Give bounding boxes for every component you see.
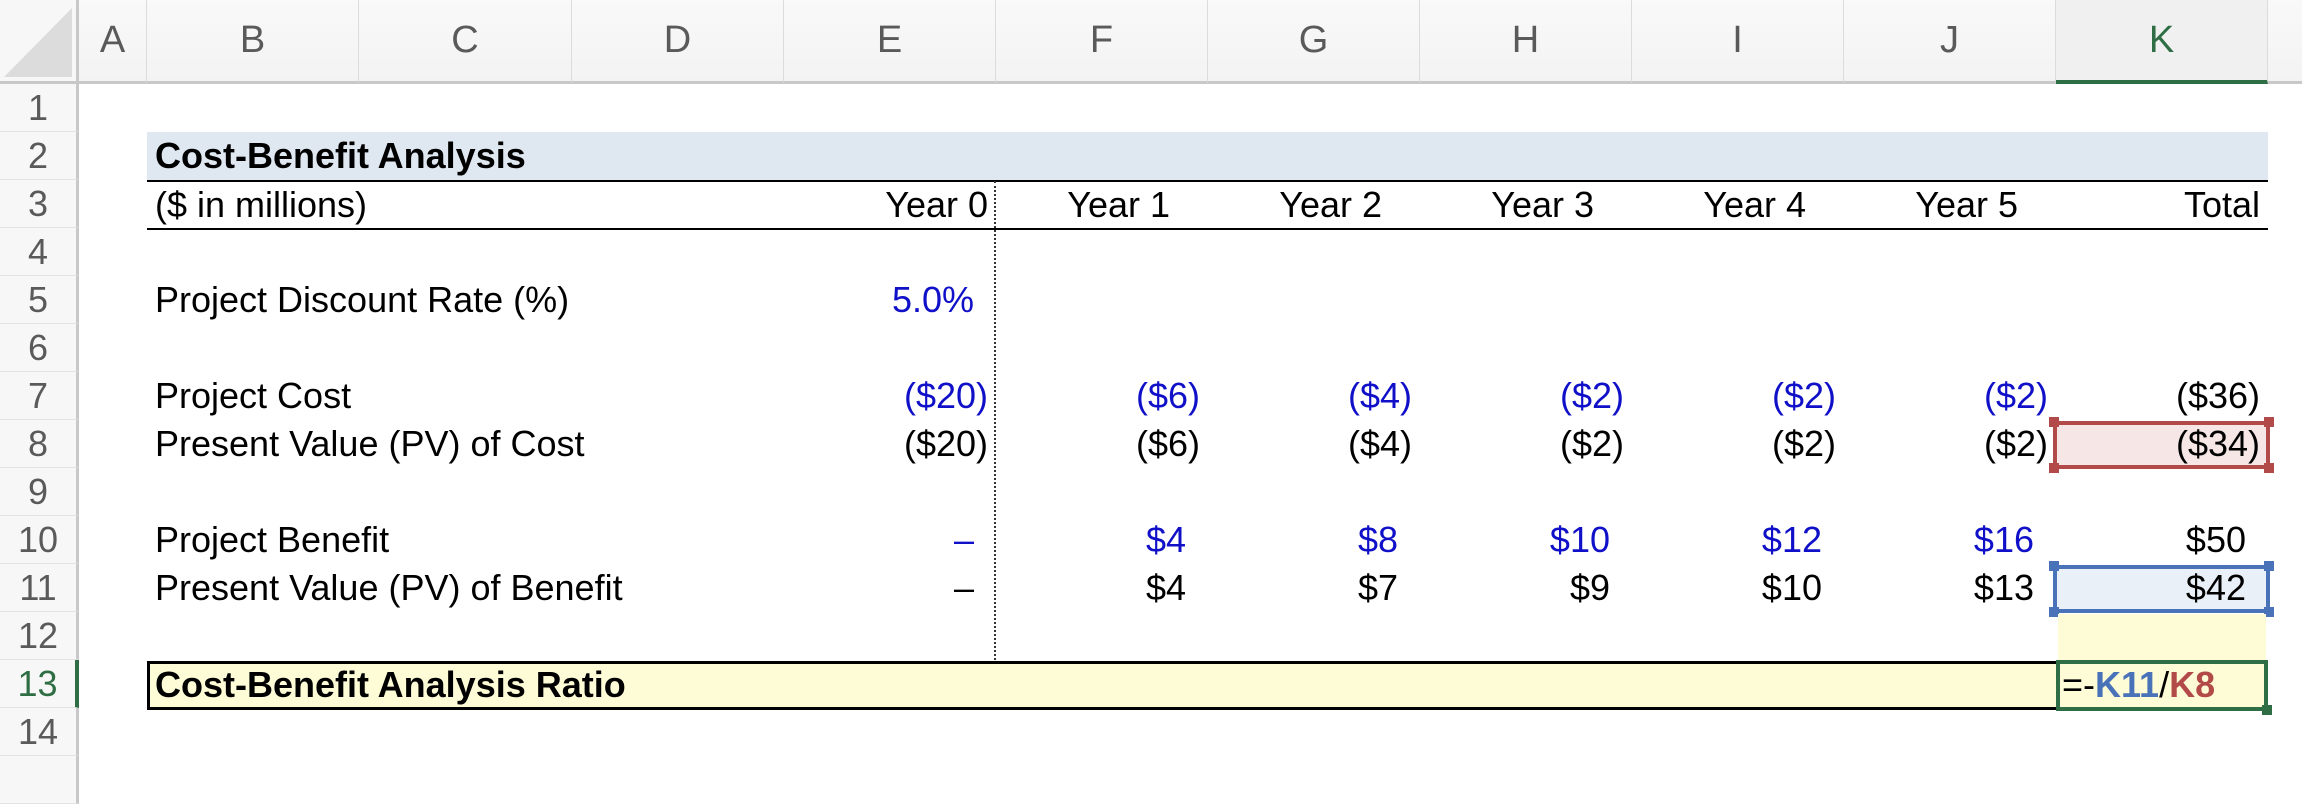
- project-benefit-label[interactable]: Project Benefit: [147, 516, 747, 564]
- header-total[interactable]: Total: [2056, 181, 2268, 229]
- column-header-g[interactable]: G: [1208, 0, 1420, 84]
- header-year-2[interactable]: Year 2: [1208, 181, 1420, 229]
- row-header-10[interactable]: 10: [0, 516, 79, 564]
- discount-rate-value[interactable]: 5.0%: [784, 276, 996, 324]
- pv-cost-total[interactable]: ($34): [2056, 420, 2268, 468]
- header-year-3[interactable]: Year 3: [1420, 181, 1632, 229]
- row-header-2[interactable]: 2: [0, 132, 79, 180]
- pv-benefit-year-4[interactable]: $10: [1632, 564, 1844, 612]
- project-benefit-year-1[interactable]: $4: [996, 516, 1208, 564]
- row-header-7[interactable]: 7: [0, 372, 79, 420]
- pv-benefit-year-5[interactable]: $13: [1844, 564, 2056, 612]
- row-header-12[interactable]: 12: [0, 612, 79, 660]
- project-benefit-year-5[interactable]: $16: [1844, 516, 2056, 564]
- pv-cost-year-5[interactable]: ($2): [1844, 420, 2056, 468]
- project-benefit-year-4[interactable]: $12: [1632, 516, 1844, 564]
- column-header-c[interactable]: C: [359, 0, 572, 84]
- row-header-14[interactable]: 14: [0, 708, 79, 756]
- header-year-4[interactable]: Year 4: [1632, 181, 1844, 229]
- project-benefit-year-3[interactable]: $10: [1420, 516, 1632, 564]
- pv-benefit-total[interactable]: $42: [2056, 564, 2268, 612]
- project-cost-year-5[interactable]: ($2): [1844, 372, 2056, 420]
- row-header-11[interactable]: 11: [0, 564, 79, 612]
- project-cost-year-0[interactable]: ($20): [784, 372, 996, 420]
- column-header-b[interactable]: B: [147, 0, 359, 84]
- project-cost-year-4[interactable]: ($2): [1632, 372, 1844, 420]
- column-header-h[interactable]: H: [1420, 0, 1632, 84]
- header-bottom-border: [147, 228, 2268, 230]
- row-header-1[interactable]: 1: [0, 84, 79, 132]
- pv-benefit-year-0[interactable]: –: [784, 564, 996, 612]
- row-header-5[interactable]: 5: [0, 276, 79, 324]
- pv-benefit-year-1[interactable]: $4: [996, 564, 1208, 612]
- row-header-9[interactable]: 9: [0, 468, 79, 516]
- header-year-1[interactable]: Year 1: [996, 181, 1208, 229]
- select-all-corner[interactable]: [0, 0, 79, 84]
- pv-cost-label[interactable]: Present Value (PV) of Cost: [147, 420, 747, 468]
- row-header-4[interactable]: 4: [0, 228, 79, 276]
- project-cost-year-3[interactable]: ($2): [1420, 372, 1632, 420]
- header-year-0[interactable]: Year 0: [784, 181, 996, 229]
- formula-ref-k8: K8: [2169, 664, 2216, 705]
- project-cost-year-1[interactable]: ($6): [996, 372, 1208, 420]
- project-cost-label[interactable]: Project Cost: [147, 372, 747, 420]
- project-cost-year-2[interactable]: ($4): [1208, 372, 1420, 420]
- project-benefit-year-2[interactable]: $8: [1208, 516, 1420, 564]
- sheet-title[interactable]: Cost-Benefit Analysis: [147, 132, 947, 180]
- formula-prefix: =-: [2062, 664, 2096, 705]
- pv-cost-year-4[interactable]: ($2): [1632, 420, 1844, 468]
- column-header-a[interactable]: A: [79, 0, 147, 84]
- units-label[interactable]: ($ in millions): [147, 181, 747, 229]
- project-cost-total[interactable]: ($36): [2056, 372, 2268, 420]
- pv-cost-year-2[interactable]: ($4): [1208, 420, 1420, 468]
- pv-cost-year-1[interactable]: ($6): [996, 420, 1208, 468]
- column-header-f[interactable]: F: [996, 0, 1208, 84]
- discount-rate-label[interactable]: Project Discount Rate (%): [147, 276, 747, 324]
- project-benefit-total[interactable]: $50: [2056, 516, 2268, 564]
- formula-operator: /: [2159, 664, 2170, 705]
- column-header-d[interactable]: D: [572, 0, 784, 84]
- header-year-5[interactable]: Year 5: [1844, 181, 2056, 229]
- column-header-l-partial[interactable]: [2268, 0, 2302, 84]
- project-benefit-year-0[interactable]: –: [784, 516, 996, 564]
- select-all-triangle-icon: [4, 8, 72, 77]
- pv-benefit-year-3[interactable]: $9: [1420, 564, 1632, 612]
- pv-benefit-year-2[interactable]: $7: [1208, 564, 1420, 612]
- formula-ref-k11: K11: [2095, 664, 2160, 705]
- fill-handle[interactable]: [2262, 705, 2272, 715]
- pv-cost-year-0[interactable]: ($20): [784, 420, 996, 468]
- row-header-3[interactable]: 3: [0, 180, 79, 228]
- column-header-i[interactable]: I: [1632, 0, 1844, 84]
- formula-editor[interactable]: =- K11/K8: [2062, 661, 2215, 709]
- row-header-6[interactable]: 6: [0, 324, 79, 372]
- ratio-label[interactable]: Cost-Benefit Analysis Ratio: [147, 661, 947, 709]
- column-header-j[interactable]: J: [1844, 0, 2056, 84]
- column-header-k[interactable]: K: [2056, 0, 2268, 84]
- row-header-8[interactable]: 8: [0, 420, 79, 468]
- row-header-13[interactable]: 13: [0, 660, 79, 708]
- pv-benefit-label[interactable]: Present Value (PV) of Benefit: [147, 564, 747, 612]
- row-header-15-partial[interactable]: [0, 756, 79, 804]
- column-header-e[interactable]: E: [784, 0, 996, 84]
- pv-cost-year-3[interactable]: ($2): [1420, 420, 1632, 468]
